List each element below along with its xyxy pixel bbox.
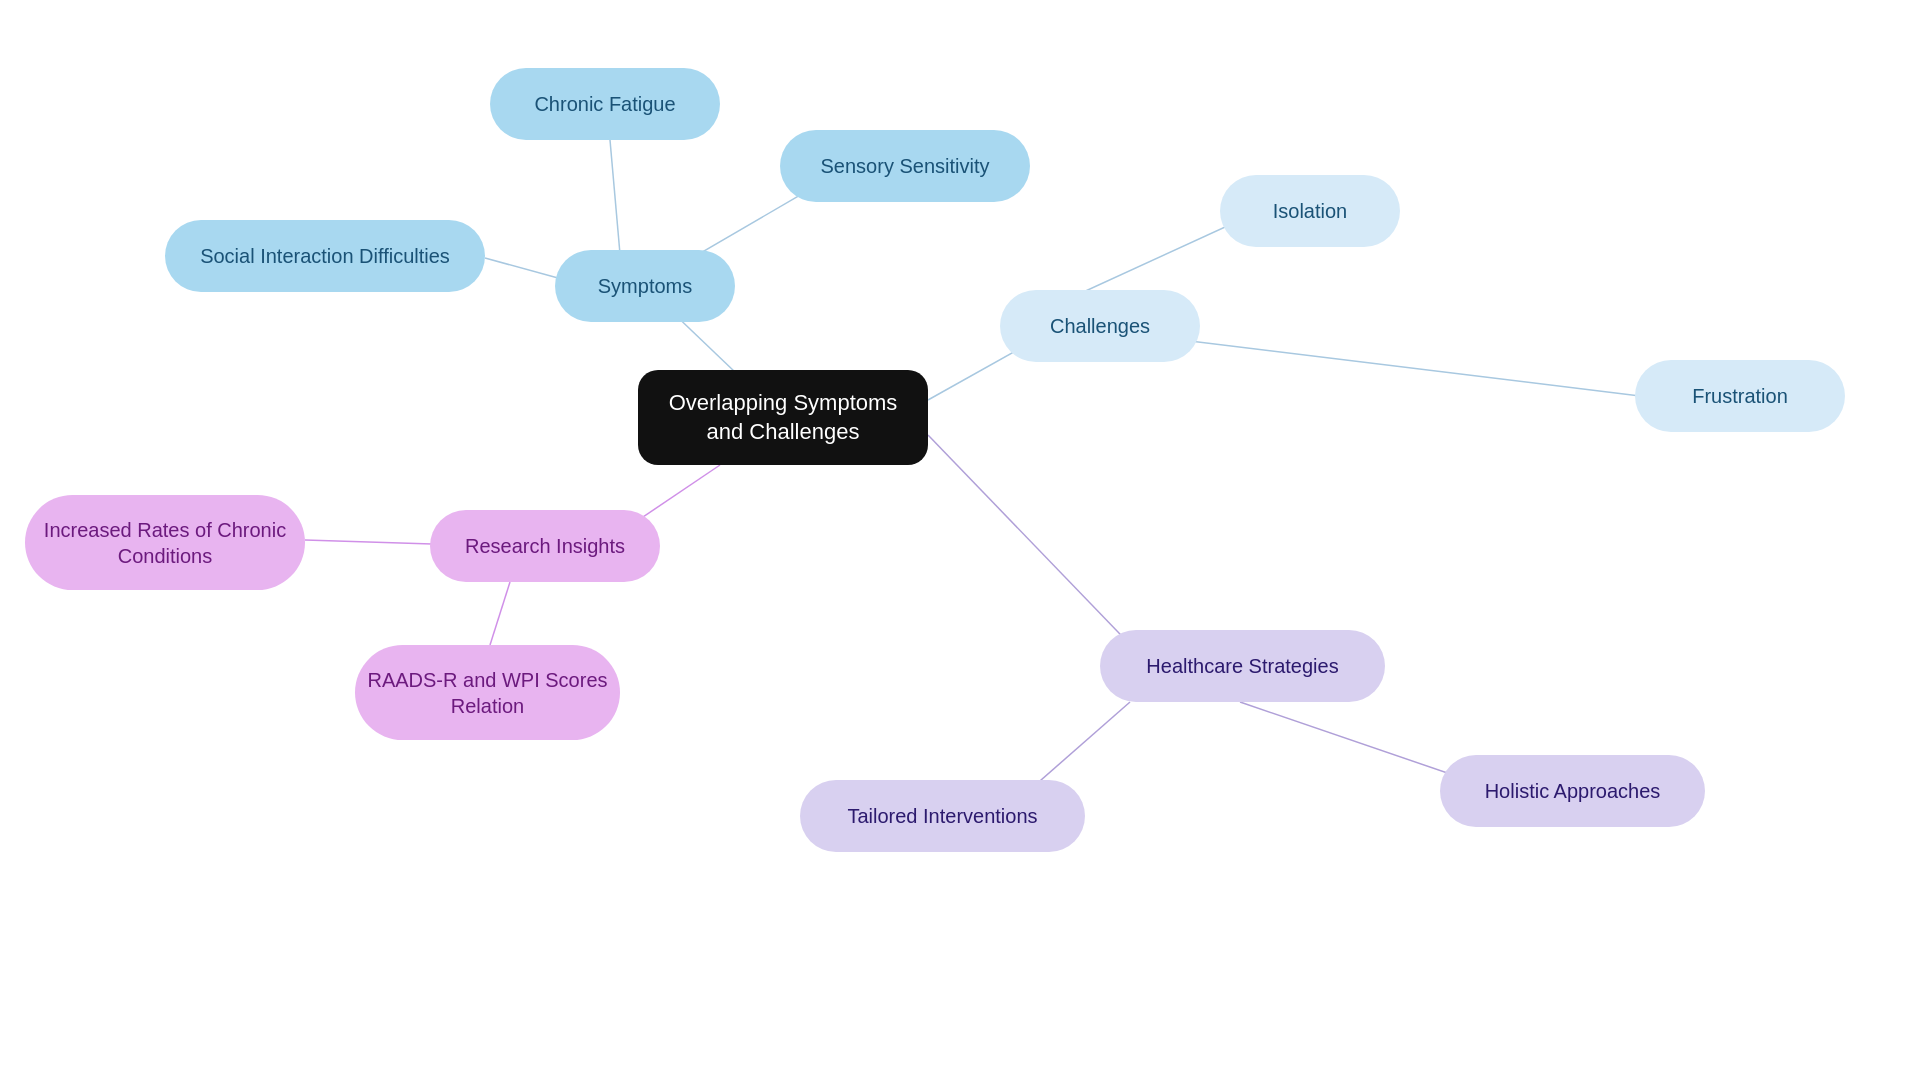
symptoms-node: Symptoms <box>555 250 735 322</box>
svg-line-3 <box>485 258 558 278</box>
raads-node: RAADS-R and WPI Scores Relation <box>355 645 620 740</box>
healthcare-strategies-label: Healthcare Strategies <box>1146 653 1338 679</box>
sensory-sensitivity-label: Sensory Sensitivity <box>821 153 990 179</box>
svg-line-10 <box>928 435 1145 660</box>
holistic-approaches-node: Holistic Approaches <box>1440 755 1705 827</box>
tailored-interventions-label: Tailored Interventions <box>847 803 1037 829</box>
symptoms-label: Symptoms <box>598 273 692 299</box>
challenges-node: Challenges <box>1000 290 1200 362</box>
challenges-label: Challenges <box>1050 313 1150 339</box>
tailored-interventions-node: Tailored Interventions <box>800 780 1085 852</box>
research-insights-label: Research Insights <box>465 533 625 559</box>
raads-label: RAADS-R and WPI Scores Relation <box>355 667 620 719</box>
svg-line-1 <box>610 140 620 254</box>
holistic-approaches-label: Holistic Approaches <box>1485 778 1661 804</box>
isolation-node: Isolation <box>1220 175 1400 247</box>
svg-line-8 <box>305 540 432 544</box>
healthcare-strategies-node: Healthcare Strategies <box>1100 630 1385 702</box>
increased-rates-label: Increased Rates of Chronic Conditions <box>25 517 305 569</box>
frustration-label: Frustration <box>1692 383 1788 409</box>
center-node: Overlapping Symptoms and Challenges <box>638 370 928 465</box>
increased-rates-node: Increased Rates of Chronic Conditions <box>25 495 305 590</box>
chronic-fatigue-node: Chronic Fatigue <box>490 68 720 140</box>
frustration-node: Frustration <box>1635 360 1845 432</box>
research-insights-node: Research Insights <box>430 510 660 582</box>
social-interaction-node: Social Interaction Difficulties <box>165 220 485 292</box>
chronic-fatigue-label: Chronic Fatigue <box>534 91 675 117</box>
sensory-sensitivity-node: Sensory Sensitivity <box>780 130 1030 202</box>
svg-line-9 <box>490 582 510 645</box>
social-interaction-label: Social Interaction Difficulties <box>200 243 450 269</box>
center-label: Overlapping Symptoms and Challenges <box>658 389 908 446</box>
isolation-label: Isolation <box>1273 198 1348 224</box>
